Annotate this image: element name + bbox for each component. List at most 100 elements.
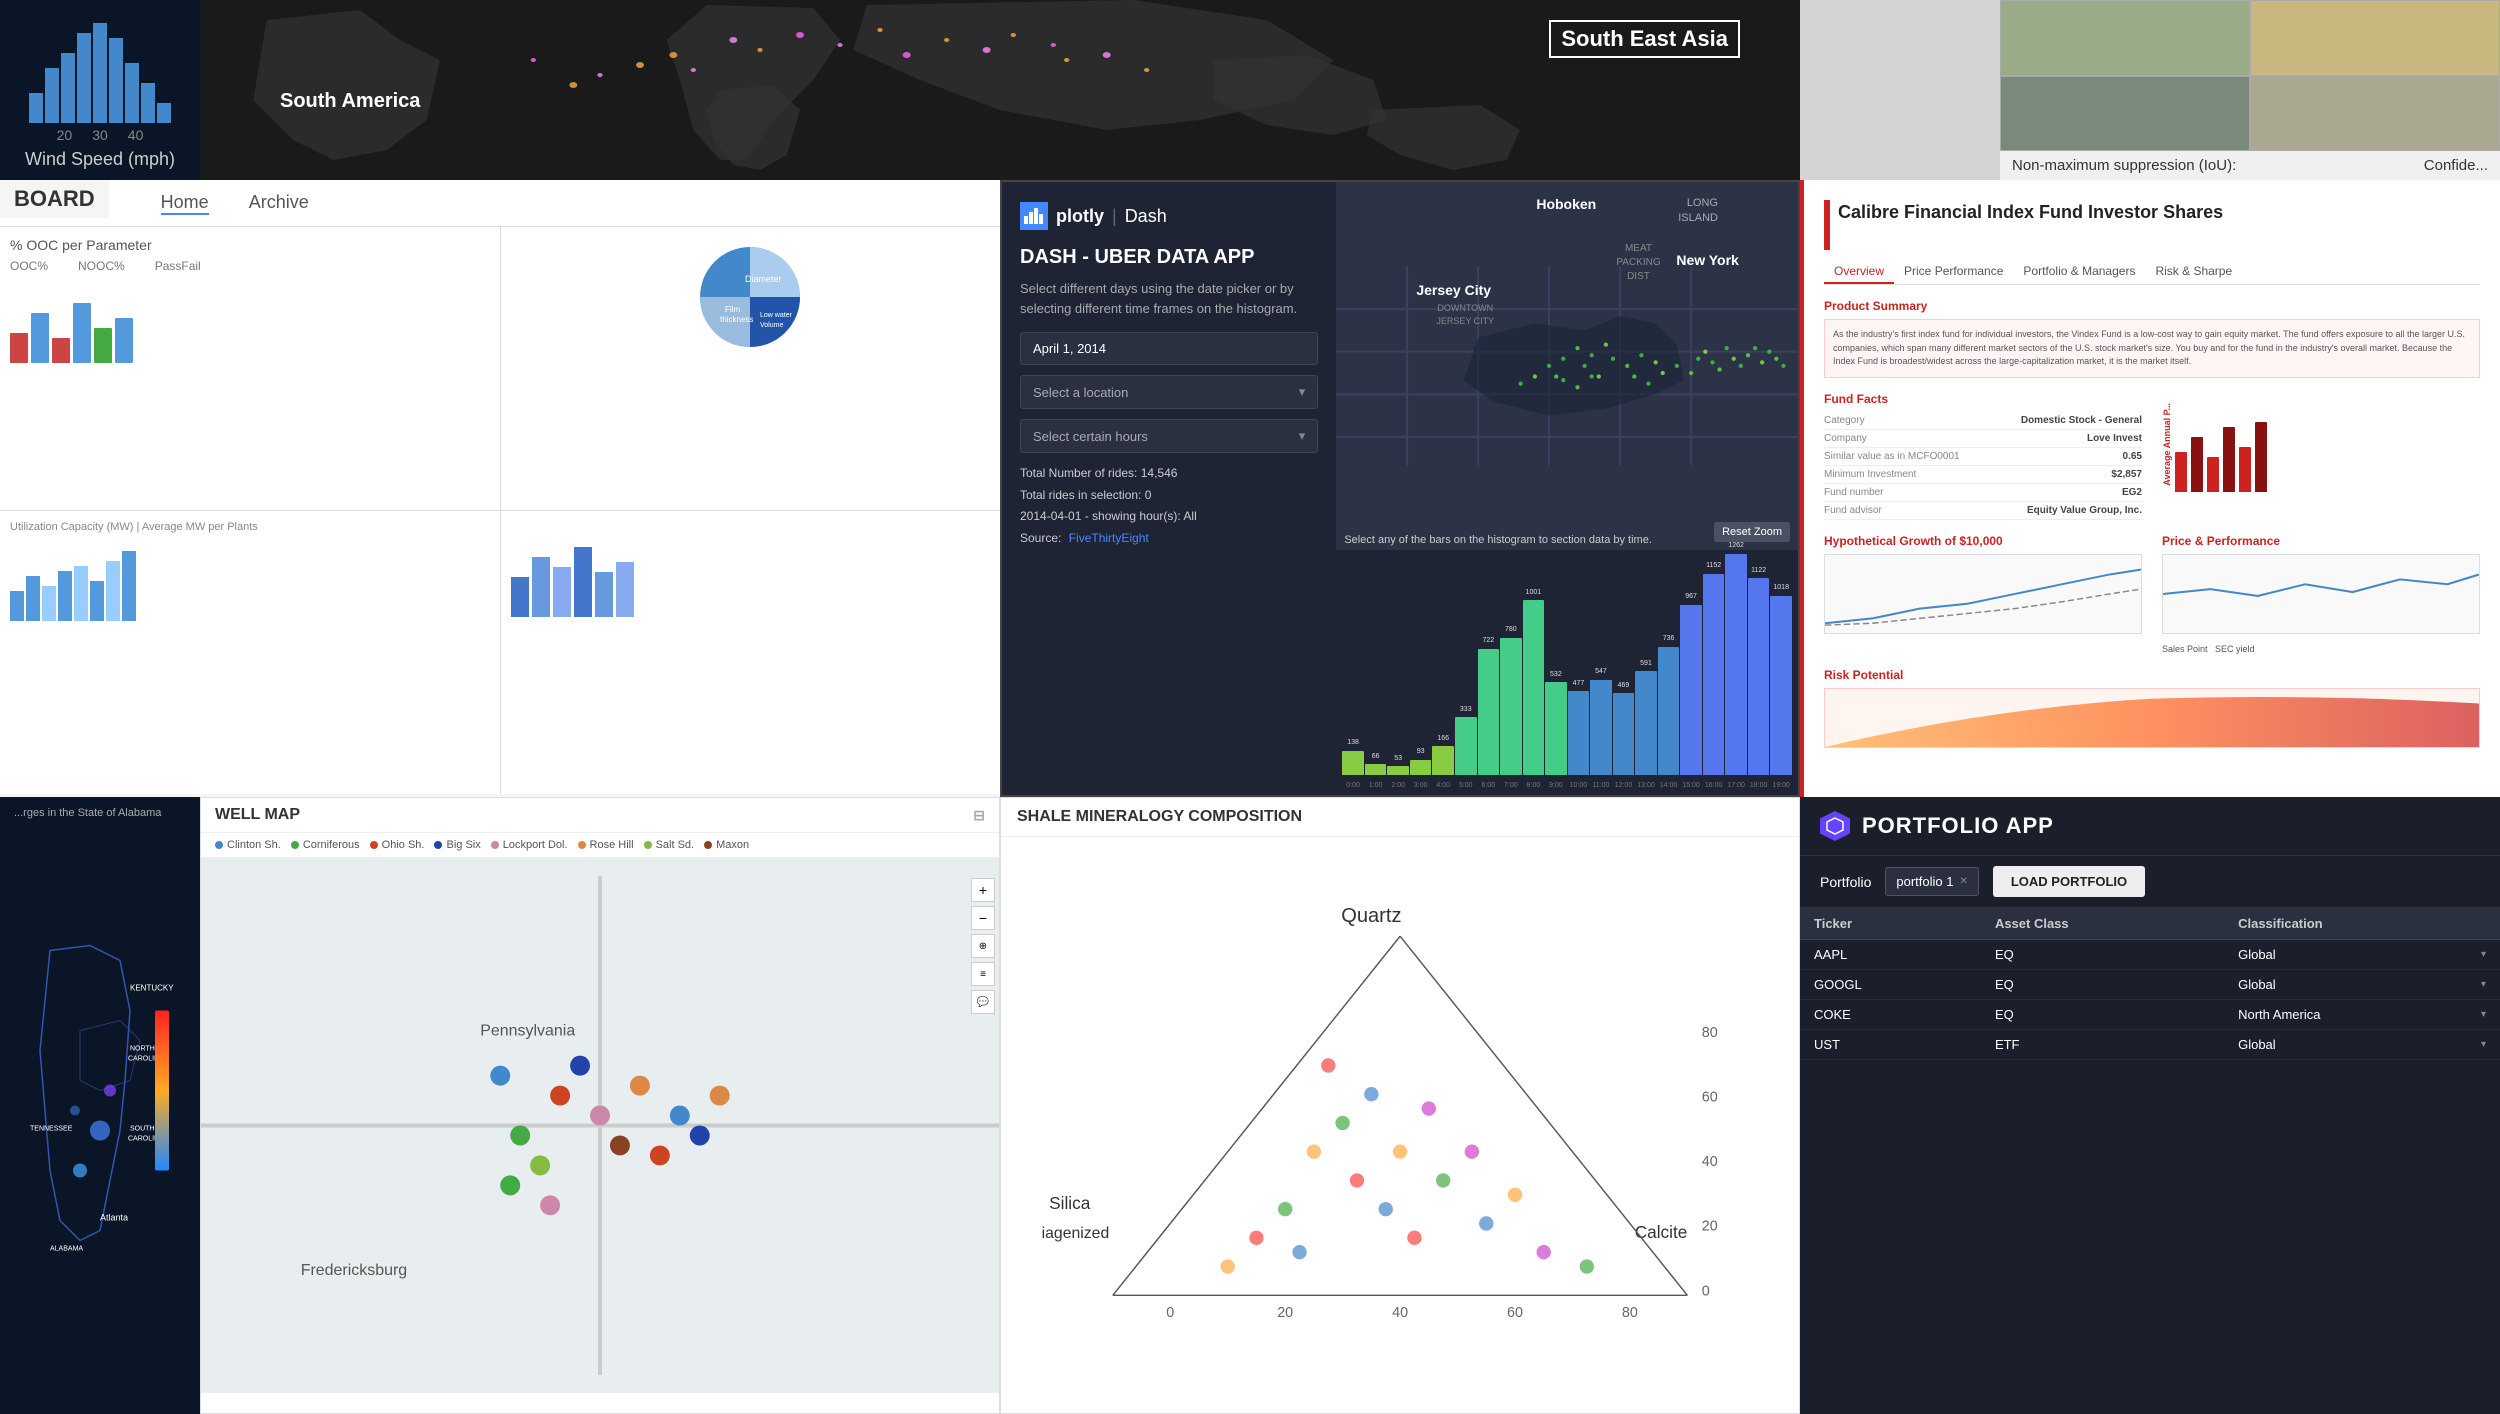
histogram-bar[interactable]: 101819:00 bbox=[1770, 554, 1792, 775]
hist-bar-value-label: 1262 bbox=[1728, 542, 1744, 549]
cell-classification[interactable]: Global▾ bbox=[2224, 1030, 2500, 1060]
uber-app-title: DASH - UBER DATA APP bbox=[1020, 246, 1318, 269]
table-row: COKEEQNorth America▾ bbox=[1800, 1000, 2500, 1030]
classification-value: Global bbox=[2238, 1037, 2276, 1052]
histogram-bar[interactable]: 46912:00 bbox=[1613, 554, 1635, 775]
legend-rosehill: Rose Hill bbox=[578, 839, 634, 851]
comment-btn[interactable]: 💬 bbox=[971, 990, 995, 1014]
tab-overview[interactable]: Overview bbox=[1824, 260, 1894, 284]
meat-packing-label: MEATPACKINGDIST bbox=[1616, 242, 1660, 284]
ann-bar bbox=[2175, 452, 2187, 492]
hist-bar-value-label: 532 bbox=[1550, 671, 1562, 678]
cam-cell-3 bbox=[2000, 76, 2250, 152]
ooc-bar bbox=[73, 303, 91, 363]
hist-bar-value-label: 469 bbox=[1618, 682, 1630, 689]
portfolio-header: PORTFOLIO APP bbox=[1800, 797, 2500, 856]
svg-text:40: 40 bbox=[1702, 1154, 1718, 1170]
hist-bar-x-label: 15:00 bbox=[1682, 782, 1700, 789]
histogram-bar[interactable]: 933:00 bbox=[1410, 554, 1432, 775]
ooc-bar bbox=[52, 338, 70, 363]
legend-dot-ohio bbox=[370, 841, 378, 849]
svg-text:TENNESSEE: TENNESSEE bbox=[30, 1126, 73, 1133]
wellmap-expand-icon[interactable]: ⊟ bbox=[973, 807, 985, 824]
wellmap-map-area: Pennsylvania Fredericksburg + − ⊕ ≡ 💬 bbox=[201, 858, 999, 1393]
zoom-in-btn[interactable]: + bbox=[971, 878, 995, 902]
hist-bar-value-label: 477 bbox=[1573, 680, 1585, 687]
histogram-bar[interactable]: 7807:00 bbox=[1500, 554, 1522, 775]
fact-val-similar: 0.65 bbox=[2123, 451, 2142, 462]
red-accent-bar bbox=[1824, 200, 1830, 250]
source-link[interactable]: FiveThirtyEight bbox=[1069, 531, 1149, 545]
date-value: April 1, 2014 bbox=[1033, 341, 1106, 356]
svg-text:NORTH: NORTH bbox=[130, 1046, 155, 1053]
histogram-bar[interactable]: 532:00 bbox=[1387, 554, 1409, 775]
fact-category: Category Domestic Stock - General bbox=[1824, 412, 2142, 430]
legend-dot-lockport bbox=[491, 841, 499, 849]
tab-portfolio[interactable]: Portfolio & Managers bbox=[2013, 260, 2145, 284]
histogram-bar[interactable]: 10018:00 bbox=[1523, 554, 1545, 775]
hist-bar-value-label: 1001 bbox=[1526, 589, 1542, 596]
tab-price-perf[interactable]: Price Performance bbox=[1894, 260, 2013, 284]
zoom-out-btn[interactable]: − bbox=[971, 906, 995, 930]
select-hours-dropdown[interactable]: Select certain hours ▾ bbox=[1020, 419, 1318, 453]
dashboard-nav[interactable]: Home Archive bbox=[161, 192, 309, 215]
calibre-charts-row: Hypothetical Growth of $10,000 Price & P… bbox=[1824, 534, 2480, 654]
shale-panel: SHALE MINERALOGY COMPOSITION Quartz Sili… bbox=[1000, 797, 1800, 1414]
layers-btn[interactable]: ≡ bbox=[971, 962, 995, 986]
product-summary-desc: As the industry's first index fund for i… bbox=[1824, 319, 2480, 378]
histogram-bar[interactable]: 59113:00 bbox=[1635, 554, 1657, 775]
cell-classification[interactable]: Global▾ bbox=[2224, 970, 2500, 1000]
axis-label-40: 40 bbox=[128, 127, 144, 143]
tab-risk[interactable]: Risk & Sharpe bbox=[2145, 260, 2242, 284]
legend-dot-bigsix bbox=[434, 841, 442, 849]
legend-clinton: Clinton Sh. bbox=[215, 839, 281, 851]
wellmap-controls[interactable]: + − ⊕ ≡ 💬 bbox=[971, 878, 995, 1014]
histogram-bar[interactable]: 126217:00 bbox=[1725, 554, 1747, 775]
portfolio-select-dropdown[interactable]: portfolio 1 ✕ bbox=[1885, 867, 1978, 896]
hist-bar-x-label: 7:00 bbox=[1504, 782, 1518, 789]
histogram-bar[interactable]: 112218:00 bbox=[1748, 554, 1770, 775]
hist-bar-x-label: 0:00 bbox=[1346, 782, 1360, 789]
portfolio-label: Portfolio bbox=[1820, 874, 1871, 890]
ann-bar bbox=[2239, 447, 2251, 492]
pie-cell: Diameter Film thickness Low water Volume bbox=[501, 227, 1001, 510]
histogram-bar[interactable]: 3335:00 bbox=[1455, 554, 1477, 775]
histogram-bar[interactable]: 115216:00 bbox=[1703, 554, 1725, 775]
histogram-bar[interactable]: 1664:00 bbox=[1432, 554, 1454, 775]
svg-text:20: 20 bbox=[1277, 1304, 1293, 1320]
cap-bar bbox=[26, 576, 40, 621]
uber-date-input[interactable]: April 1, 2014 bbox=[1020, 332, 1318, 365]
uber-map: Hoboken Jersey City New York LONGISLAND … bbox=[1336, 182, 1798, 550]
sec-yield-label: SEC yield bbox=[2215, 644, 2255, 654]
histogram-bar[interactable]: 96715:00 bbox=[1680, 554, 1702, 775]
locate-btn[interactable]: ⊕ bbox=[971, 934, 995, 958]
legend-dot-rosehill bbox=[578, 841, 586, 849]
cam-cell-2 bbox=[2250, 0, 2500, 76]
portfolio-controls: Portfolio portfolio 1 ✕ LOAD PORTFOLIO bbox=[1800, 856, 2500, 908]
histogram-bar[interactable]: 54711:00 bbox=[1590, 554, 1612, 775]
histogram-bar[interactable]: 5329:00 bbox=[1545, 554, 1567, 775]
wind-axis: 20 30 40 bbox=[57, 127, 144, 143]
svg-text:80: 80 bbox=[1702, 1024, 1718, 1040]
histogram-bar[interactable]: 7226:00 bbox=[1478, 554, 1500, 775]
calibre-tabs[interactable]: Overview Price Performance Portfolio & M… bbox=[1824, 260, 2480, 285]
uber-histogram[interactable]: 1380:00661:00532:00933:001664:003335:007… bbox=[1336, 550, 1798, 795]
reset-zoom-button[interactable]: Reset Zoom bbox=[1714, 522, 1790, 542]
portfolio-panel: PORTFOLIO APP Portfolio portfolio 1 ✕ LO… bbox=[1800, 797, 2500, 1414]
cell-classification[interactable]: Global▾ bbox=[2224, 940, 2500, 970]
select-location-dropdown[interactable]: Select a location ▾ bbox=[1020, 375, 1318, 409]
pie-label-thickness: thickness bbox=[720, 315, 753, 324]
wind-bar bbox=[109, 38, 123, 123]
histogram-bar[interactable]: 661:00 bbox=[1365, 554, 1387, 775]
svg-text:Atlanta: Atlanta bbox=[100, 1213, 128, 1223]
histogram-bar[interactable]: 73614:00 bbox=[1658, 554, 1680, 775]
histogram-bar[interactable]: 47710:00 bbox=[1568, 554, 1590, 775]
histogram-bar[interactable]: 1380:00 bbox=[1342, 554, 1364, 775]
nav-home[interactable]: Home bbox=[161, 192, 209, 215]
load-portfolio-button[interactable]: LOAD PORTFOLIO bbox=[1993, 866, 2145, 897]
avg-annual-chart: Average Annual P... bbox=[2162, 392, 2480, 492]
nav-archive[interactable]: Archive bbox=[249, 192, 309, 215]
legend-label-corniferous: Corniferous bbox=[303, 839, 360, 851]
cell-classification[interactable]: North America▾ bbox=[2224, 1000, 2500, 1030]
direction-label: BOARD bbox=[0, 180, 109, 218]
